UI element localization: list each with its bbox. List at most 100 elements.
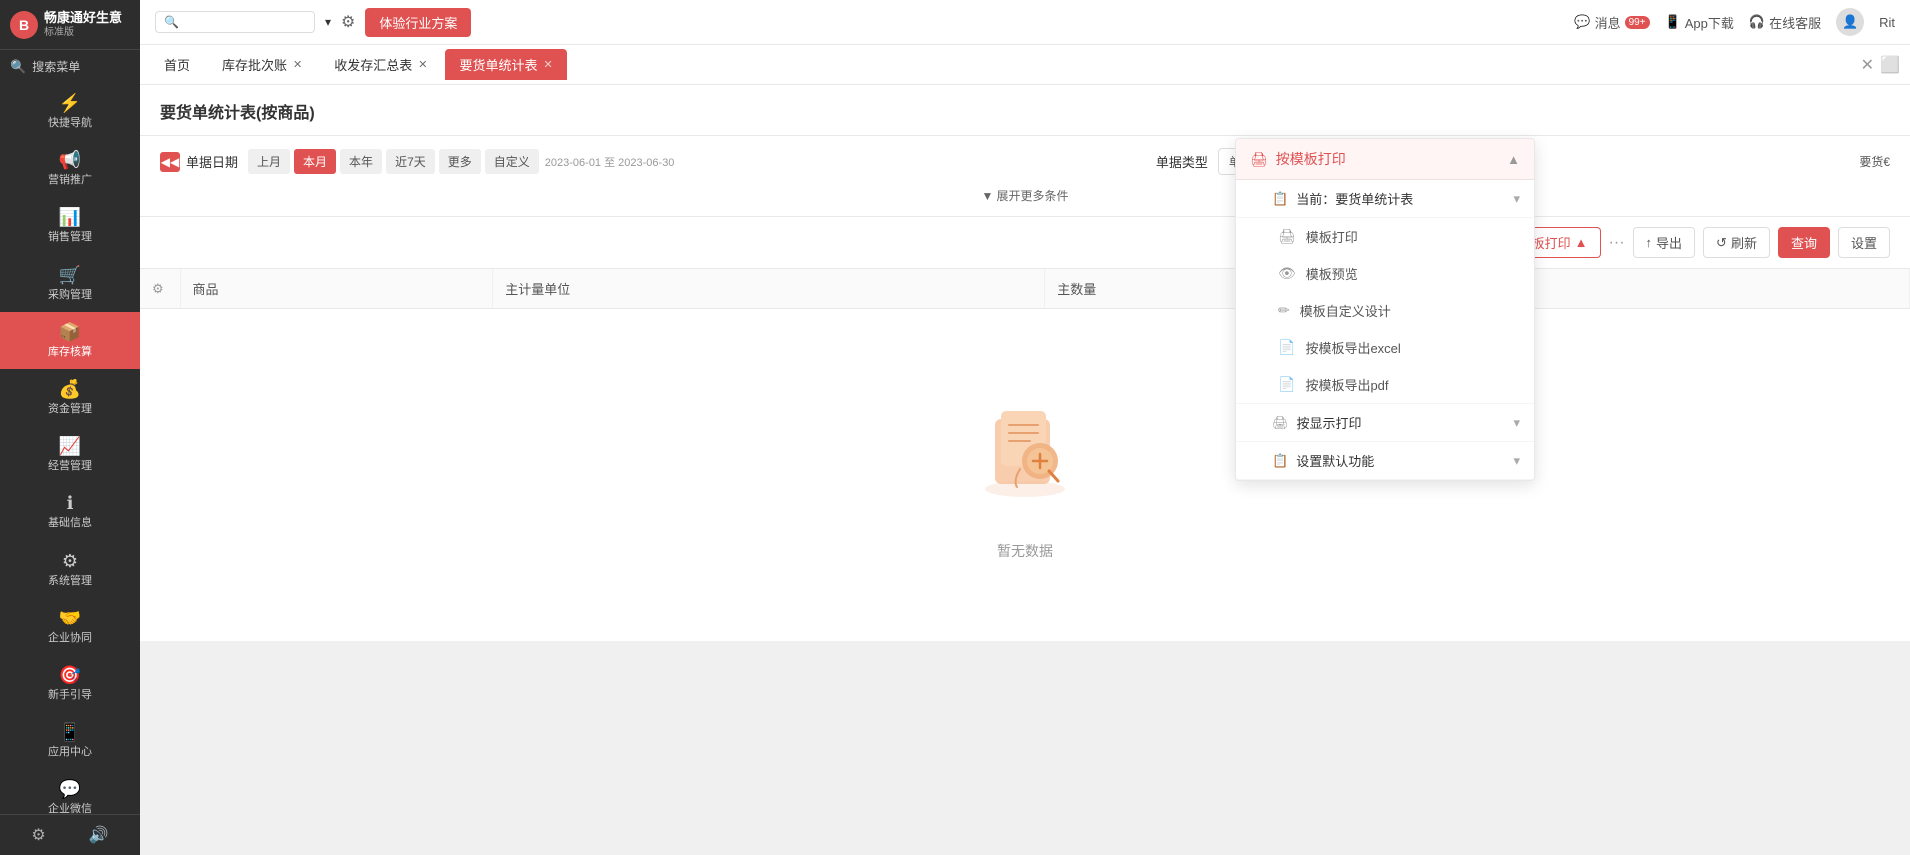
display-print-label: 按显示打印	[1297, 413, 1362, 432]
user-avatar[interactable]: 👤	[1836, 8, 1864, 36]
username: Rit	[1879, 15, 1895, 30]
template-print-arrow: ▲	[1575, 235, 1588, 250]
date-btn-7days[interactable]: 近7天	[386, 149, 435, 174]
search-label: 搜索菜单	[32, 58, 80, 75]
date-buttons-group: 上月 本月 本年 近7天 更多 自定义	[248, 149, 539, 174]
sidebar-item-guide[interactable]: 🎯 新手引导	[0, 655, 140, 712]
date-btn-more[interactable]: 更多	[439, 149, 481, 174]
query-btn[interactable]: 查询	[1778, 227, 1830, 258]
tab-collection-summary-close[interactable]: ✕	[418, 58, 427, 71]
expand-more-btn[interactable]: ▼ 展开更多条件	[982, 187, 1069, 204]
sidebar-item-app-center[interactable]: 📱 应用中心	[0, 712, 140, 769]
dropdown-current-item[interactable]: 📋 当前：要货单统计表 ▾	[1236, 180, 1534, 217]
settings-action-btn[interactable]: 设置	[1838, 227, 1890, 258]
display-print-icon: 🖨	[1272, 415, 1289, 431]
sidebar-item-purchase[interactable]: 🛒 采购管理	[0, 255, 140, 312]
sidebar-search[interactable]: 🔍 搜索菜单	[0, 50, 140, 83]
dropdown-item-template-custom[interactable]: ✏ 模板自定义设计	[1236, 292, 1534, 329]
date-btn-this-month[interactable]: 本月	[294, 149, 336, 174]
tab-home[interactable]: 首页	[150, 49, 204, 80]
sidebar-item-marketing[interactable]: 📢 营销推广	[0, 140, 140, 197]
sidebar-item-enterprise-wechat[interactable]: 💬 企业微信	[0, 769, 140, 814]
sidebar-item-quick-nav[interactable]: ⚡ 快捷导航	[0, 83, 140, 140]
dropdown-arrow-icon: ▾	[325, 15, 331, 29]
tab-batch-account[interactable]: 库存批次账 ✕	[208, 49, 316, 80]
online-service-group[interactable]: 🎧 在线客服	[1749, 13, 1821, 32]
enterprise-label: 企业协同	[48, 632, 92, 645]
enterprise-wechat-label: 企业微信	[48, 803, 92, 814]
settings-bottom-icon[interactable]: ⚙	[31, 825, 45, 845]
marketing-label: 营销推广	[48, 174, 92, 187]
sidebar-item-finance[interactable]: 💰 资金管理	[0, 369, 140, 426]
refresh-btn[interactable]: ↺ 刷新	[1703, 227, 1770, 258]
empty-state: 暂无数据	[140, 309, 1910, 641]
col-settings[interactable]: ⚙	[140, 269, 180, 309]
dropdown-items-section: 🖨 模板打印 👁 模板预览 ✏ 模板自定义设计 📄 按模板导出excel 📄 按…	[1236, 218, 1534, 404]
quick-nav-label: 快捷导航	[48, 117, 92, 130]
more-actions-icon[interactable]: ···	[1609, 234, 1625, 252]
dropdown-header-left: 🖨 按模板打印	[1250, 149, 1346, 169]
refresh-icon: ↺	[1716, 235, 1727, 251]
dropdown-item-template-preview[interactable]: 👁 模板预览	[1236, 255, 1534, 292]
avatar-icon: 👤	[1842, 14, 1858, 30]
tabs-right: ✕ ⬜	[1861, 55, 1900, 75]
quick-nav-icon: ⚡	[59, 93, 81, 114]
messages-group[interactable]: 💬 消息 99+	[1574, 13, 1649, 32]
sidebar-item-system[interactable]: ⚙ 系统管理	[0, 541, 140, 598]
export-btn[interactable]: ↑ 导出	[1633, 227, 1696, 258]
guide-label: 新手引导	[48, 689, 92, 702]
template-print-item-label: 模板打印	[1306, 227, 1358, 246]
system-icon: ⚙	[62, 551, 78, 572]
dropdown-printer-icon: 🖨	[1250, 151, 1268, 168]
dropdown-set-default[interactable]: 📋 设置默认功能 ▾	[1236, 442, 1534, 479]
app-subtitle: 标准版	[44, 26, 122, 39]
topbar-left: 🔍 ▾ ⚙ 体验行业方案	[155, 8, 471, 37]
app-logo: B 畅康通好生意 标准版	[0, 0, 140, 50]
guide-icon: 🎯	[59, 665, 81, 686]
date-btn-this-year[interactable]: 本年	[340, 149, 382, 174]
template-print-item-icon: 🖨	[1278, 228, 1296, 245]
table-settings-icon[interactable]: ⚙	[152, 281, 164, 296]
messages-badge: 99+	[1625, 16, 1650, 29]
purchase-icon: 🛒	[59, 265, 81, 286]
dropdown-item-export-pdf[interactable]: 📄 按模板导出pdf	[1236, 366, 1534, 403]
export-label: 导出	[1656, 233, 1682, 252]
app-center-icon: 📱	[59, 722, 81, 743]
display-print-expand-icon: ▾	[1513, 415, 1520, 431]
empty-illustration	[965, 389, 1085, 531]
col-unit: 主计量单位	[493, 269, 1045, 309]
dropdown-item-template-print[interactable]: 🖨 模板打印	[1236, 218, 1534, 255]
sidebar-item-sales[interactable]: 📊 销售管理	[0, 197, 140, 254]
dropdown-display-print[interactable]: 🖨 按显示打印 ▾	[1236, 404, 1534, 441]
dropdown-header[interactable]: 🖨 按模板打印 ▲	[1236, 139, 1534, 180]
expand-label: 展开更多条件	[996, 187, 1068, 204]
topbar-right: 💬 消息 99+ 📱 App下载 🎧 在线客服 👤 Rit	[1574, 8, 1895, 36]
tab-maximize-icon[interactable]: ⬜	[1880, 55, 1900, 75]
sidebar-item-operations[interactable]: 📈 经营管理	[0, 426, 140, 483]
topbar-search-box[interactable]: 🔍	[155, 11, 315, 33]
tab-collection-summary[interactable]: 收发存汇总表 ✕	[320, 49, 441, 80]
filter-bar: ◀◀ 单据日期 上月 本月 本年 近7天 更多 自定义 2023-06-01 至…	[140, 136, 1910, 217]
trial-btn[interactable]: 体验行业方案	[365, 8, 471, 37]
sidebar-item-inventory[interactable]: 📦 库存核算	[0, 312, 140, 369]
app-center-label: 应用中心	[48, 746, 92, 759]
topbar-settings-icon[interactable]: ⚙	[341, 12, 355, 32]
sidebar-item-basic[interactable]: ℹ 基础信息	[0, 483, 140, 540]
app-download-group[interactable]: 📱 App下载	[1665, 13, 1734, 32]
sound-bottom-icon[interactable]: 🔊	[89, 825, 109, 845]
dropdown-close-arrow[interactable]: ▲	[1507, 152, 1520, 167]
filter-collapse-btn[interactable]: ◀◀	[160, 152, 180, 172]
tab-close-all-icon[interactable]: ✕	[1861, 55, 1874, 75]
system-label: 系统管理	[48, 575, 92, 588]
dropdown-display-print-section: 🖨 按显示打印 ▾	[1236, 404, 1534, 442]
topbar-dropdown[interactable]: ▾	[325, 15, 331, 29]
tab-order-stats-close[interactable]: ✕	[544, 58, 553, 71]
date-btn-last-month[interactable]: 上月	[248, 149, 290, 174]
tab-order-stats[interactable]: 要货单统计表 ✕	[445, 49, 566, 80]
dropdown-item-export-excel[interactable]: 📄 按模板导出excel	[1236, 329, 1534, 366]
sidebar-item-enterprise[interactable]: 🤝 企业协同	[0, 598, 140, 655]
page-header: 要货单统计表(按商品)	[140, 85, 1910, 136]
date-btn-custom[interactable]: 自定义	[485, 149, 539, 174]
tab-batch-account-close[interactable]: ✕	[293, 58, 302, 71]
basic-label: 基础信息	[48, 517, 92, 530]
